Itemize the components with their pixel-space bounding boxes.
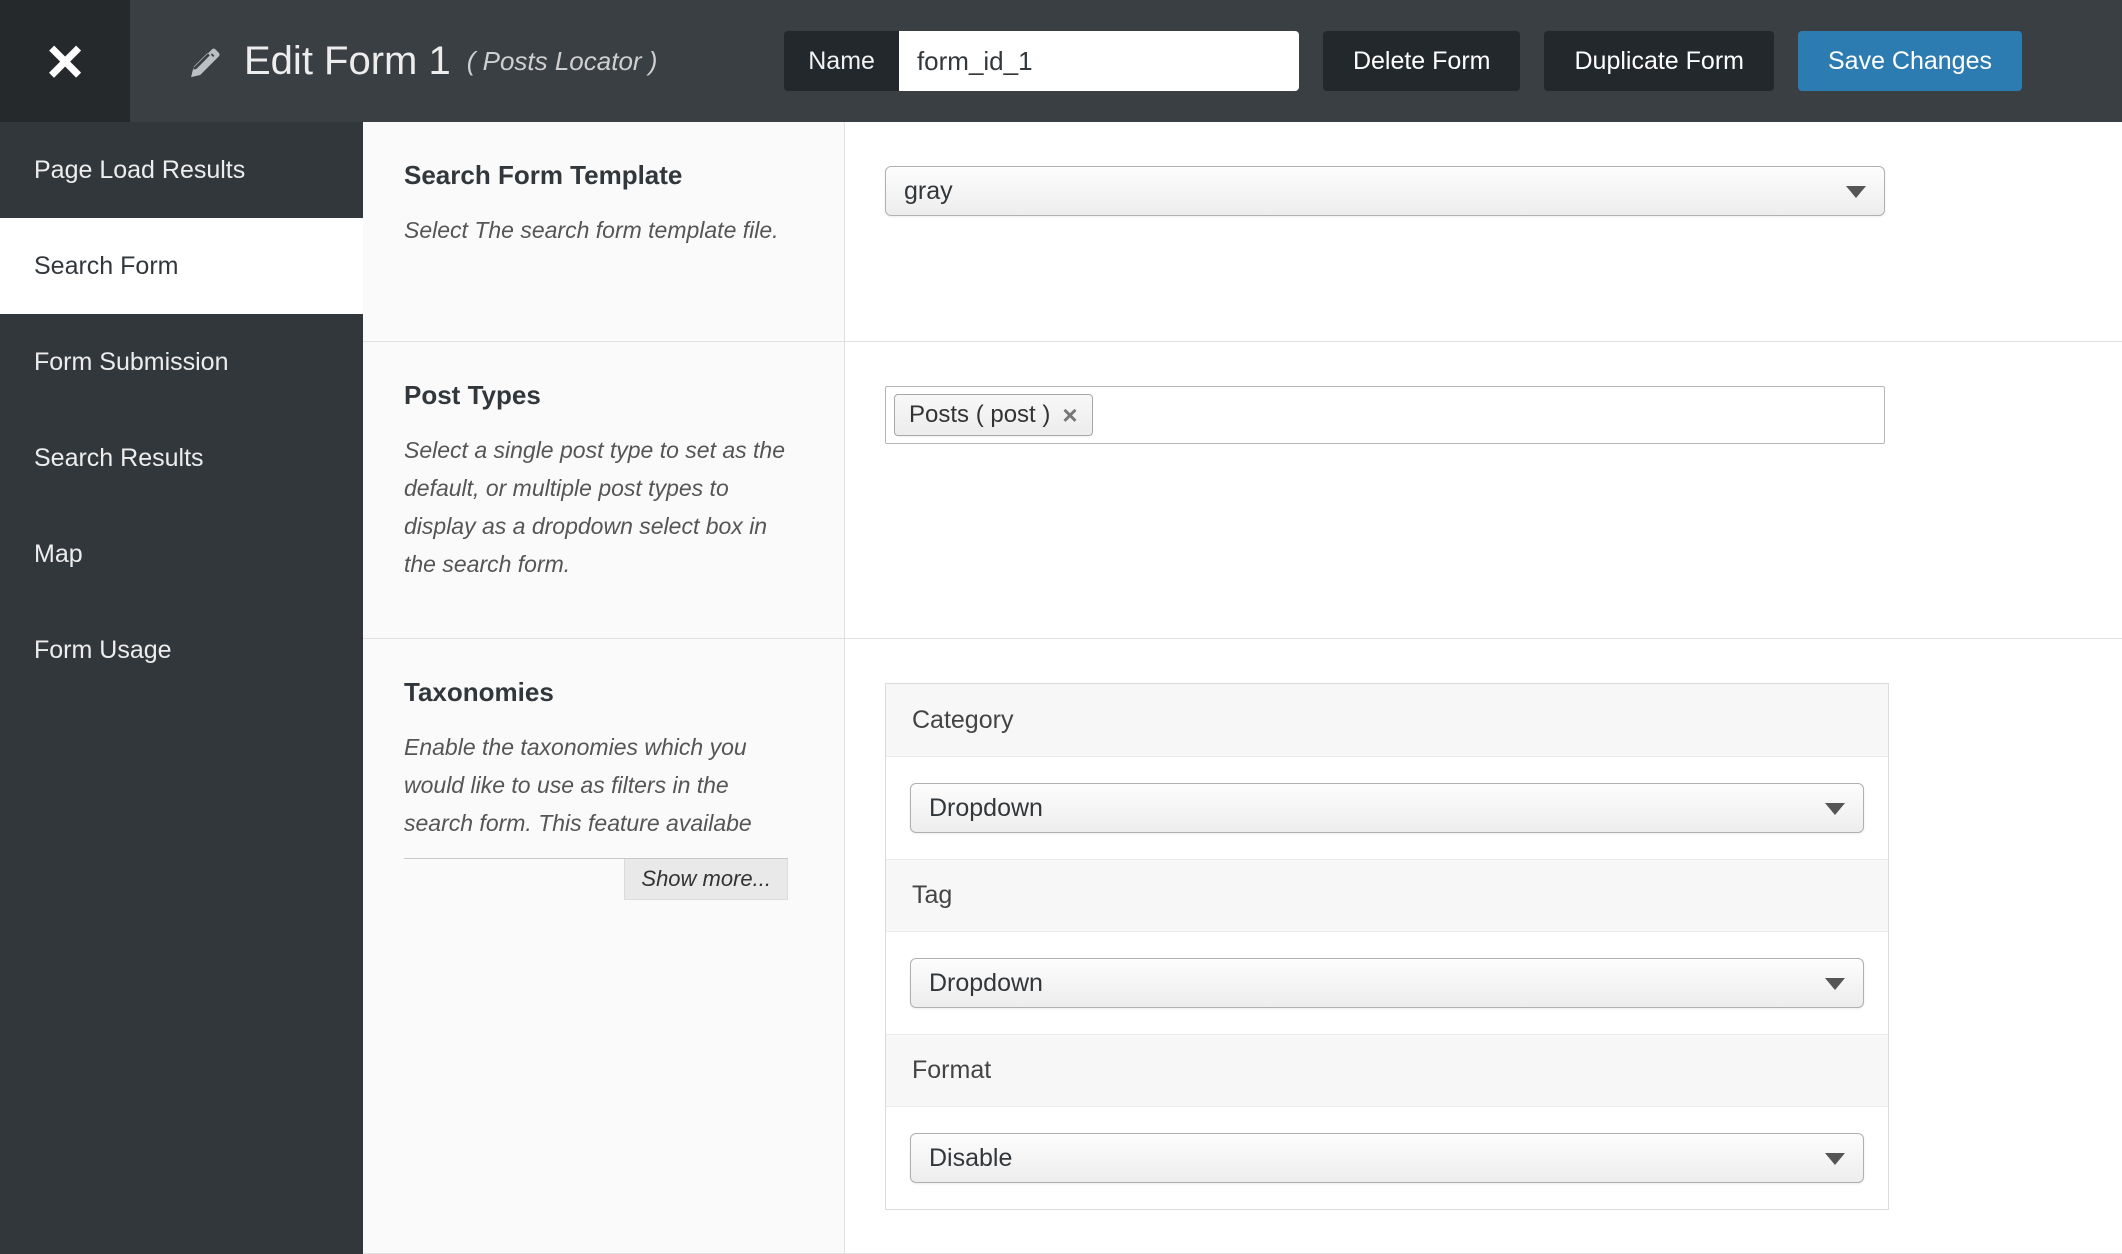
taxonomies-settings-column: Category Dropdown Tag Dropdown	[845, 639, 2122, 1253]
template-section-description: Select The search form template file.	[404, 211, 788, 249]
taxonomy-row-tag: Dropdown	[886, 932, 1888, 1034]
close-icon: ×	[46, 29, 83, 93]
post-types-multiselect[interactable]: Posts ( post ) ×	[885, 386, 1885, 444]
edit-pencil-icon	[184, 40, 226, 82]
close-button[interactable]: ×	[0, 0, 130, 122]
top-bar: × Edit Form 1 ( Posts Locator ) Name Del…	[0, 0, 2122, 122]
section-post-types: Post Types Select a single post type to …	[363, 342, 2122, 639]
settings-sidebar: Page Load Results Search Form Form Submi…	[0, 122, 363, 1254]
template-select[interactable]: gray	[885, 166, 1885, 216]
section-taxonomies: Taxonomies Enable the taxonomies which y…	[363, 639, 2122, 1254]
delete-form-button[interactable]: Delete Form	[1323, 31, 1521, 91]
remove-post-type-icon[interactable]: ×	[1062, 402, 1077, 428]
dropdown-arrow-icon	[1825, 978, 1845, 990]
template-settings-column: gray	[845, 122, 2122, 341]
post-type-chip-label: Posts ( post )	[909, 401, 1050, 429]
sidebar-item-search-results[interactable]: Search Results	[0, 410, 363, 506]
template-description-column: Search Form Template Select The search f…	[363, 122, 845, 341]
taxonomy-row-category-label: Category	[886, 684, 1888, 757]
taxonomy-row-format: Disable	[886, 1107, 1888, 1209]
taxonomies-description-column: Taxonomies Enable the taxonomies which y…	[363, 639, 845, 1253]
sidebar-item-search-form[interactable]: Search Form	[0, 218, 363, 314]
tag-select-value: Dropdown	[929, 969, 1043, 998]
template-select-value: gray	[904, 177, 953, 206]
post-types-section-description: Select a single post type to set as the …	[404, 431, 788, 583]
form-name-group: Name	[784, 31, 1299, 91]
post-types-description-column: Post Types Select a single post type to …	[363, 342, 845, 638]
taxonomies-section-description: Enable the taxonomies which you would li…	[404, 728, 788, 842]
post-types-section-title: Post Types	[404, 380, 788, 411]
form-name-input[interactable]	[899, 31, 1299, 91]
taxonomy-row-tag-label: Tag	[886, 859, 1888, 932]
page-title: Edit Form 1	[244, 39, 451, 84]
sidebar-item-form-usage[interactable]: Form Usage	[0, 602, 363, 698]
taxonomy-row-format-label: Format	[886, 1034, 1888, 1107]
template-section-title: Search Form Template	[404, 160, 788, 191]
dropdown-arrow-icon	[1825, 803, 1845, 815]
post-type-chip: Posts ( post ) ×	[894, 394, 1093, 436]
edit-form-page: × Edit Form 1 ( Posts Locator ) Name Del…	[0, 0, 2122, 1254]
category-select[interactable]: Dropdown	[910, 783, 1864, 833]
sidebar-item-form-submission[interactable]: Form Submission	[0, 314, 363, 410]
duplicate-form-button[interactable]: Duplicate Form	[1544, 31, 1774, 91]
format-select[interactable]: Disable	[910, 1133, 1864, 1183]
search-form-settings: Search Form Template Select The search f…	[363, 122, 2122, 1254]
sidebar-item-map[interactable]: Map	[0, 506, 363, 602]
page-subtitle: ( Posts Locator )	[467, 46, 658, 77]
sidebar-item-page-load-results[interactable]: Page Load Results	[0, 122, 363, 218]
dropdown-arrow-icon	[1825, 1153, 1845, 1165]
name-label: Name	[784, 31, 899, 91]
format-select-value: Disable	[929, 1144, 1012, 1173]
save-changes-button[interactable]: Save Changes	[1798, 31, 2022, 91]
show-more-button[interactable]: Show more...	[624, 859, 788, 900]
category-select-value: Dropdown	[929, 794, 1043, 823]
taxonomies-panel: Category Dropdown Tag Dropdown	[885, 683, 1889, 1210]
show-more-row: Show more...	[404, 858, 788, 900]
taxonomy-row-category: Dropdown	[886, 757, 1888, 859]
dropdown-arrow-icon	[1846, 186, 1866, 198]
post-types-settings-column: Posts ( post ) ×	[845, 342, 2122, 638]
tag-select[interactable]: Dropdown	[910, 958, 1864, 1008]
taxonomies-section-title: Taxonomies	[404, 677, 788, 708]
section-search-form-template: Search Form Template Select The search f…	[363, 122, 2122, 342]
